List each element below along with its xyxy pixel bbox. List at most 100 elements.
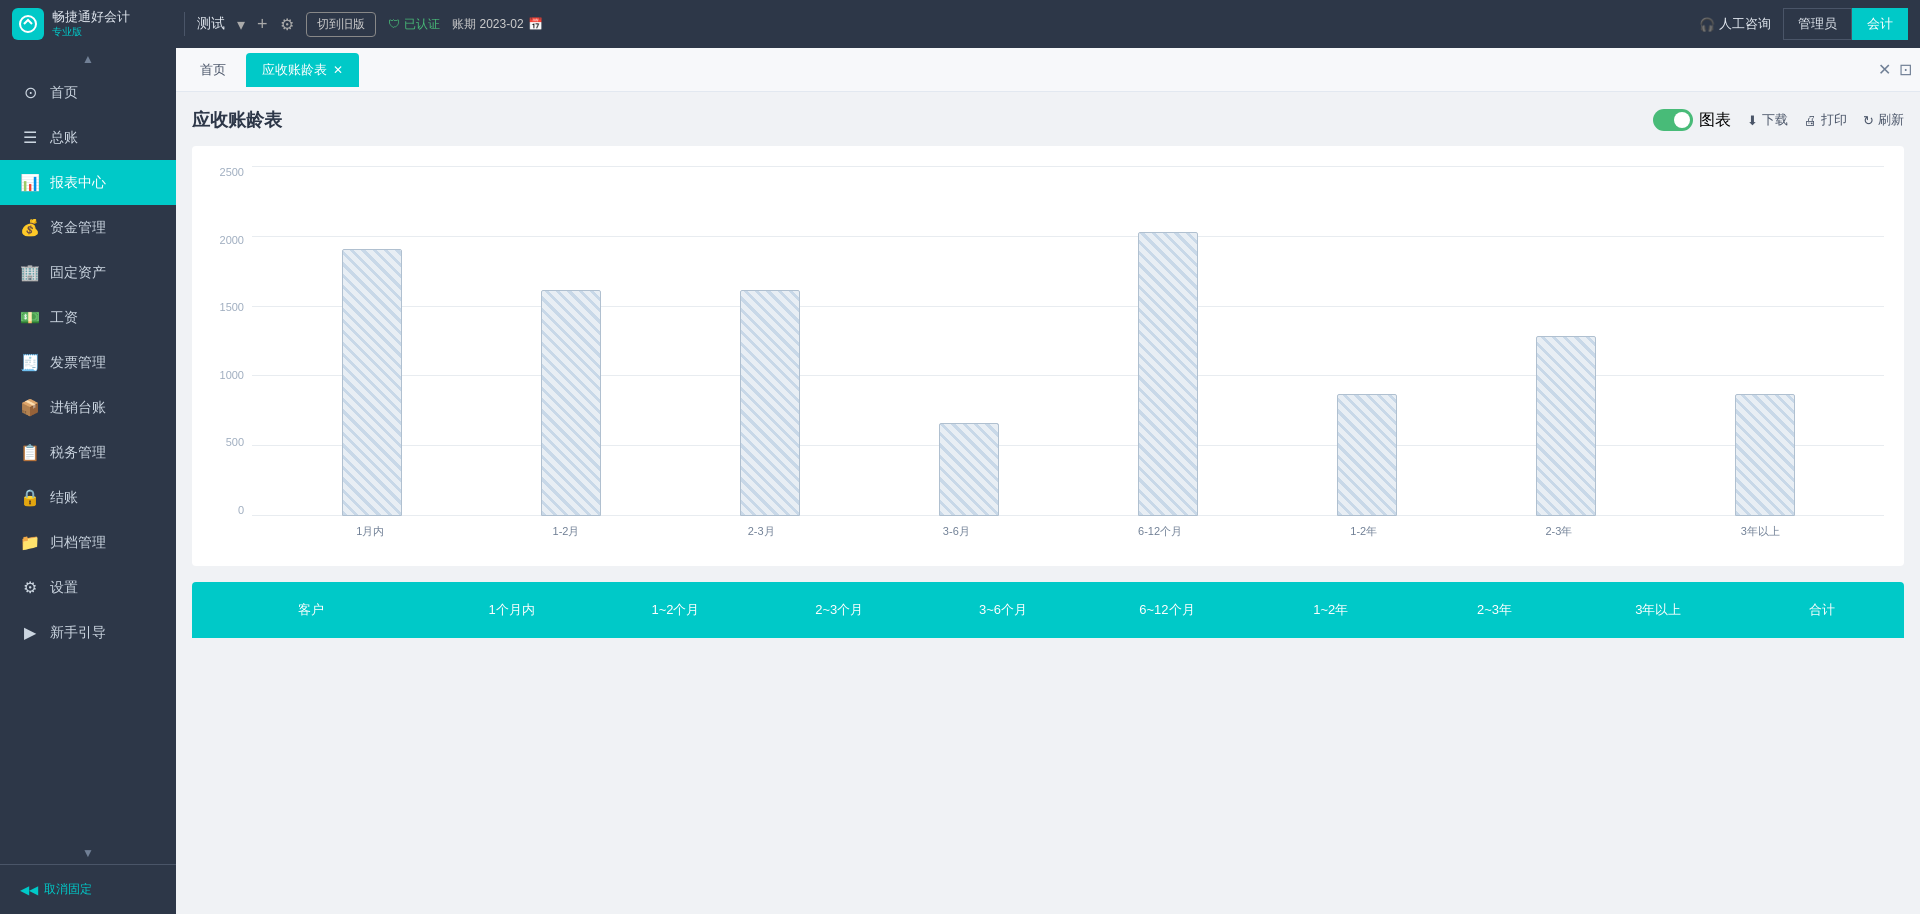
content-area: 首页 应收账龄表 ✕ ✕ ⊡ 应收账龄表 图表 [176,48,1920,914]
x-label-7: 3年以上 [1741,524,1780,539]
bar-group-1 [541,290,601,516]
print-btn[interactable]: 🖨 打印 [1804,111,1847,129]
x-label-1: 1-2月 [553,524,580,539]
page-header: 应收账龄表 图表 ⬇ 下载 🖨 打印 ↻ [192,108,1904,132]
sidebar-item-payroll[interactable]: 💵 工资 [0,295,176,340]
top-header: 畅捷通好会计 专业版 测试 ▾ + ⚙ 切到旧版 🛡 已认证 账期 2023-0… [0,0,1920,48]
bar-5 [1337,394,1397,516]
bar-4 [1138,232,1198,516]
closing-icon: 🔒 [20,488,40,507]
sidebar-item-reports[interactable]: 📊 报表中心 [0,160,176,205]
sidebar-item-inventory[interactable]: 📦 进销台账 [0,385,176,430]
settings-icon: ⚙ [20,578,40,597]
sidebar-item-newbie[interactable]: ▶ 新手引导 [0,610,176,655]
logo-area: 畅捷通好会计 专业版 [12,8,172,40]
cancel-fixed-btn[interactable]: ◀◀ 取消固定 [10,875,166,904]
x-label-6: 2-3年 [1546,524,1573,539]
x-label-2: 2-3月 [748,524,775,539]
chart-toggle-label: 图表 [1699,110,1731,131]
sidebar-label-reports: 报表中心 [50,174,106,192]
bar-6 [1536,336,1596,516]
sidebar-item-archive[interactable]: 📁 归档管理 [0,520,176,565]
x-labels: 1月内1-2月2-3月3-6月6-12个月1-2年2-3年3年以上 [252,516,1884,546]
chart-y-axis: 0 500 1000 1500 2000 2500 [212,166,252,546]
bar-group-3 [939,423,999,516]
pin-icon: ◀◀ [20,883,38,897]
bar-group-5 [1337,394,1397,516]
header-right: 🎧 人工咨询 管理员 会计 [1699,8,1908,40]
y-label-500: 500 [212,436,252,448]
sidebar-item-closing[interactable]: 🔒 结账 [0,475,176,520]
sidebar-label-invoice: 发票管理 [50,354,106,372]
refresh-btn[interactable]: ↻ 刷新 [1863,111,1904,129]
svg-point-0 [20,16,36,32]
x-label-3: 3-6月 [943,524,970,539]
sidebar-item-tax[interactable]: 📋 税务管理 [0,430,176,475]
x-label-0: 1月内 [356,524,384,539]
sidebar-item-ledger[interactable]: ☰ 总账 [0,115,176,160]
table-col-4: 3~6个月 [921,601,1085,619]
bar-group-7 [1735,394,1795,516]
sidebar-item-assets[interactable]: 🏢 固定资产 [0,250,176,295]
download-btn[interactable]: ⬇ 下载 [1747,111,1788,129]
sidebar-item-funds[interactable]: 💰 资金管理 [0,205,176,250]
scroll-up-arrow[interactable]: ▲ [0,48,176,70]
chart-toggle[interactable] [1653,109,1693,131]
header-separator [184,12,185,36]
bar-2 [740,290,800,516]
chart-container: 0 500 1000 1500 2000 2500 [192,146,1904,566]
table-header: 客户1个月内1~2个月2~3个月3~6个月6~12个月1~2年2~3年3年以上合… [192,582,1904,638]
page-title: 应收账龄表 [192,108,282,132]
tab-accountant[interactable]: 会计 [1852,8,1908,40]
tab-bar-right: ✕ ⊡ [1878,60,1912,79]
print-icon: 🖨 [1804,113,1817,128]
add-icon[interactable]: + [257,14,268,35]
shield-icon: 🛡 [388,17,400,31]
tab-manager[interactable]: 管理员 [1783,8,1852,40]
sidebar-item-settings[interactable]: ⚙ 设置 [0,565,176,610]
sidebar-scroll: ⊙ 首页 ☰ 总账 📊 报表中心 💰 资金管理 🏢 固定资产 💵 工资 [0,70,176,842]
logo-name: 畅捷通好会计 [52,9,130,26]
gear-icon[interactable]: ⚙ [280,15,294,34]
sidebar-label-payroll: 工资 [50,309,78,327]
bar-group-6 [1536,336,1596,516]
sidebar-item-invoice[interactable]: 🧾 发票管理 [0,340,176,385]
consult-btn[interactable]: 🎧 人工咨询 [1699,15,1771,33]
table-col-7: 2~3年 [1413,601,1577,619]
table-col-6: 1~2年 [1249,601,1413,619]
page-content: 应收账龄表 图表 ⬇ 下载 🖨 打印 ↻ [176,92,1920,914]
period-info: 账期 2023-02 📅 [452,16,543,33]
y-label-1500: 1500 [212,301,252,313]
bar-group-4 [1138,232,1198,516]
y-label-2000: 2000 [212,234,252,246]
scroll-down-arrow[interactable]: ▼ [0,842,176,864]
table-col-3: 2~3个月 [757,601,921,619]
user-tabs: 管理员 会计 [1783,8,1908,40]
expand-icon[interactable]: ⊡ [1899,60,1912,79]
certified-badge: 🛡 已认证 [388,16,440,33]
tab-aging[interactable]: 应收账龄表 ✕ [246,53,359,87]
assets-icon: 🏢 [20,263,40,282]
page-tools: 图表 ⬇ 下载 🖨 打印 ↻ 刷新 [1653,109,1904,131]
tab-close-icon[interactable]: ✕ [333,63,343,77]
newbie-icon: ▶ [20,623,40,642]
inventory-icon: 📦 [20,398,40,417]
funds-icon: 💰 [20,218,40,237]
home-icon: ⊙ [20,83,40,102]
chart-toggle-wrap: 图表 [1653,109,1731,131]
sidebar-label-assets: 固定资产 [50,264,106,282]
tab-home[interactable]: 首页 [184,53,242,87]
close-window-icon[interactable]: ✕ [1878,60,1891,79]
headset-icon: 🎧 [1699,17,1715,32]
payroll-icon: 💵 [20,308,40,327]
tab-bar: 首页 应收账龄表 ✕ ✕ ⊡ [176,48,1920,92]
table-col-9: 合计 [1740,601,1904,619]
bars-area [252,166,1884,516]
table-col-8: 3年以上 [1576,601,1740,619]
download-icon: ⬇ [1747,113,1758,128]
calendar-icon[interactable]: 📅 [528,17,543,31]
switch-old-btn[interactable]: 切到旧版 [306,12,376,37]
sidebar-item-home[interactable]: ⊙ 首页 [0,70,176,115]
x-label-5: 1-2年 [1350,524,1377,539]
chevron-down-icon[interactable]: ▾ [237,15,245,34]
